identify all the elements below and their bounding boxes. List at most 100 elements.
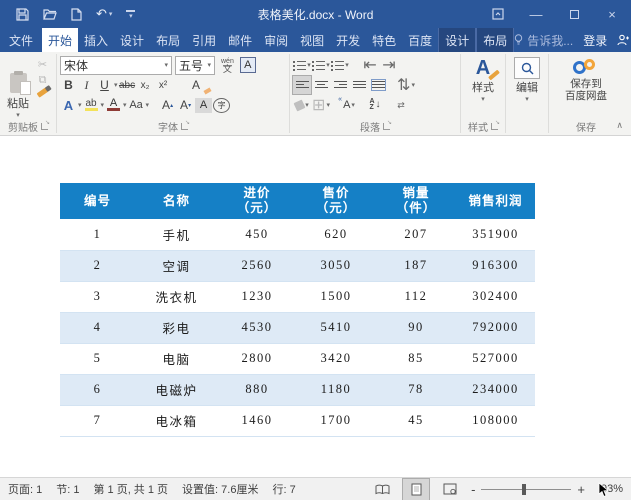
format-painter-icon[interactable] [36, 87, 49, 98]
maximize-button[interactable] [555, 0, 593, 28]
page-indicator[interactable]: 页面: 1 [8, 481, 42, 497]
customize-qat-icon[interactable]: ▾ [126, 9, 136, 20]
align-right-button[interactable] [331, 76, 349, 94]
table-cell[interactable]: 5 [60, 343, 135, 375]
asian-layout-icon[interactable]: A▾ [338, 96, 358, 114]
cut-icon[interactable]: ✂ [38, 58, 47, 71]
styles-button[interactable]: A 样式 ▾ [472, 55, 501, 103]
dialog-launcher-icon[interactable] [181, 119, 190, 130]
table-cell[interactable]: 880 [218, 374, 296, 406]
tab-review[interactable]: 审阅 [258, 28, 294, 52]
paste-dropdown-icon[interactable]: ▾ [16, 111, 20, 119]
table-header-cell[interactable]: 名称 [135, 183, 218, 219]
table-cell[interactable]: 2800 [218, 343, 296, 375]
table-cell[interactable]: 4 [60, 312, 135, 344]
sort-icon[interactable]: A Z ↓ [366, 96, 384, 114]
minimize-button[interactable]: — [517, 0, 555, 28]
table-cell[interactable]: 792000 [456, 312, 535, 344]
table-cell[interactable]: 2 [60, 250, 135, 282]
zoom-slider-thumb[interactable] [521, 483, 526, 495]
zoom-slider-track[interactable] [481, 483, 572, 495]
table-cell[interactable]: 90 [376, 312, 456, 344]
table-cell[interactable]: 450 [218, 219, 296, 251]
ribbon-display-options-icon[interactable] [479, 0, 517, 28]
table-cell[interactable]: 234000 [456, 374, 535, 406]
phonetic-guide-icon[interactable]: wén 文 [221, 58, 234, 74]
table-cell[interactable]: 6 [60, 374, 135, 406]
superscript-button[interactable]: x² [155, 76, 172, 94]
font-size-combo[interactable]: 五号 ▾ [175, 55, 215, 75]
table-header-cell[interactable]: 编号 [60, 183, 135, 219]
table-cell[interactable]: 1500 [296, 281, 376, 313]
collapse-ribbon-icon[interactable]: ∧ [616, 120, 623, 131]
table-cell[interactable]: 1460 [218, 405, 296, 437]
zoom-out-button[interactable]: - [471, 482, 475, 497]
print-layout-icon[interactable] [402, 477, 431, 500]
align-center-button[interactable] [312, 76, 330, 94]
borders-icon[interactable]: ⊞ ▾ [312, 96, 330, 114]
table-cell[interactable]: 彩电 [135, 312, 218, 344]
copy-icon[interactable]: ⧉ [39, 74, 47, 87]
dialog-launcher-icon[interactable] [41, 119, 50, 130]
numbering-icon[interactable]: ▾ [312, 56, 330, 74]
table-header-cell[interactable]: 销量 （件） [376, 183, 456, 219]
strikethrough-button[interactable]: abc [119, 76, 136, 94]
font-color-icon[interactable]: A [105, 96, 122, 114]
text-effects-icon[interactable]: A [60, 96, 77, 114]
tab-baidu[interactable]: 百度 [402, 28, 438, 52]
page-of-indicator[interactable]: 第 1 页, 共 1 页 [93, 481, 168, 497]
table-cell[interactable]: 1230 [218, 281, 296, 313]
save-icon[interactable] [16, 7, 29, 21]
highlight-dropdown-icon[interactable]: ▾ [101, 101, 105, 109]
align-left-button[interactable] [292, 75, 312, 95]
table-header-cell[interactable]: 销售利润 [456, 183, 535, 219]
increase-indent-icon[interactable]: ⇥ [380, 56, 398, 74]
shrink-font-icon[interactable]: A ▾ [177, 96, 194, 114]
table-cell[interactable]: 电脑 [135, 343, 218, 375]
table-cell[interactable]: 351900 [456, 219, 535, 251]
sign-in-button[interactable]: 登录 [583, 32, 607, 49]
new-document-icon[interactable] [71, 7, 82, 21]
formatting-marks-icon[interactable]: ⇄ [392, 96, 410, 114]
tab-developer[interactable]: 开发 [330, 28, 366, 52]
enclose-characters-icon[interactable]: 字 [213, 97, 231, 113]
close-button[interactable]: × [593, 0, 631, 28]
multilevel-list-icon[interactable]: ▾ [331, 56, 349, 74]
character-shading-icon[interactable]: A [195, 97, 213, 113]
open-icon[interactable] [43, 8, 57, 20]
clear-formatting-icon[interactable]: A [188, 76, 212, 95]
font-name-combo[interactable]: 宋体 ▾ [60, 55, 172, 75]
table-cell[interactable]: 112 [376, 281, 456, 313]
save-to-baidu-button[interactable]: 保存到 百度网盘 [565, 55, 607, 102]
table-cell[interactable]: 2560 [218, 250, 296, 282]
grow-font-icon[interactable]: A ▴ [159, 96, 176, 114]
undo-button[interactable]: ↶ ▾ [96, 6, 112, 22]
table-cell[interactable]: 108000 [456, 405, 535, 437]
table-cell[interactable]: 手机 [135, 219, 218, 251]
table-cell[interactable]: 1 [60, 219, 135, 251]
table-cell[interactable]: 空调 [135, 250, 218, 282]
subscript-button[interactable]: x₂ [137, 76, 154, 94]
tab-references[interactable]: 引用 [186, 28, 222, 52]
tab-view[interactable]: 视图 [294, 28, 330, 52]
table-cell[interactable]: 1700 [296, 405, 376, 437]
setting-indicator[interactable]: 设置值: 7.6厘米 [182, 481, 258, 497]
zoom-in-button[interactable]: + [577, 482, 585, 497]
table-cell[interactable]: 5410 [296, 312, 376, 344]
text-effects-dropdown-icon[interactable]: ▾ [78, 101, 82, 109]
table-cell[interactable]: 4530 [218, 312, 296, 344]
underline-button[interactable]: U [96, 76, 113, 94]
table-cell[interactable]: 7 [60, 405, 135, 437]
editing-button[interactable]: 编辑 ▾ [514, 55, 540, 103]
change-case-icon[interactable]: Aa [128, 96, 145, 114]
font-color-dropdown-icon[interactable]: ▾ [123, 101, 127, 109]
table-cell[interactable]: 3 [60, 281, 135, 313]
table-cell[interactable]: 3050 [296, 250, 376, 282]
distribute-button[interactable] [369, 76, 387, 94]
tab-design[interactable]: 设计 [114, 28, 150, 52]
highlight-color-icon[interactable]: ab [83, 96, 100, 114]
document-area[interactable]: 编号 名称 进价 （元） 售价 （元） 销量 （件） 销售利润 1 手机 450 620 207 3519… [0, 136, 631, 477]
table-cell[interactable]: 302400 [456, 281, 535, 313]
line-indicator[interactable]: 行: 7 [272, 481, 295, 497]
table-cell[interactable]: 电冰箱 [135, 405, 218, 437]
